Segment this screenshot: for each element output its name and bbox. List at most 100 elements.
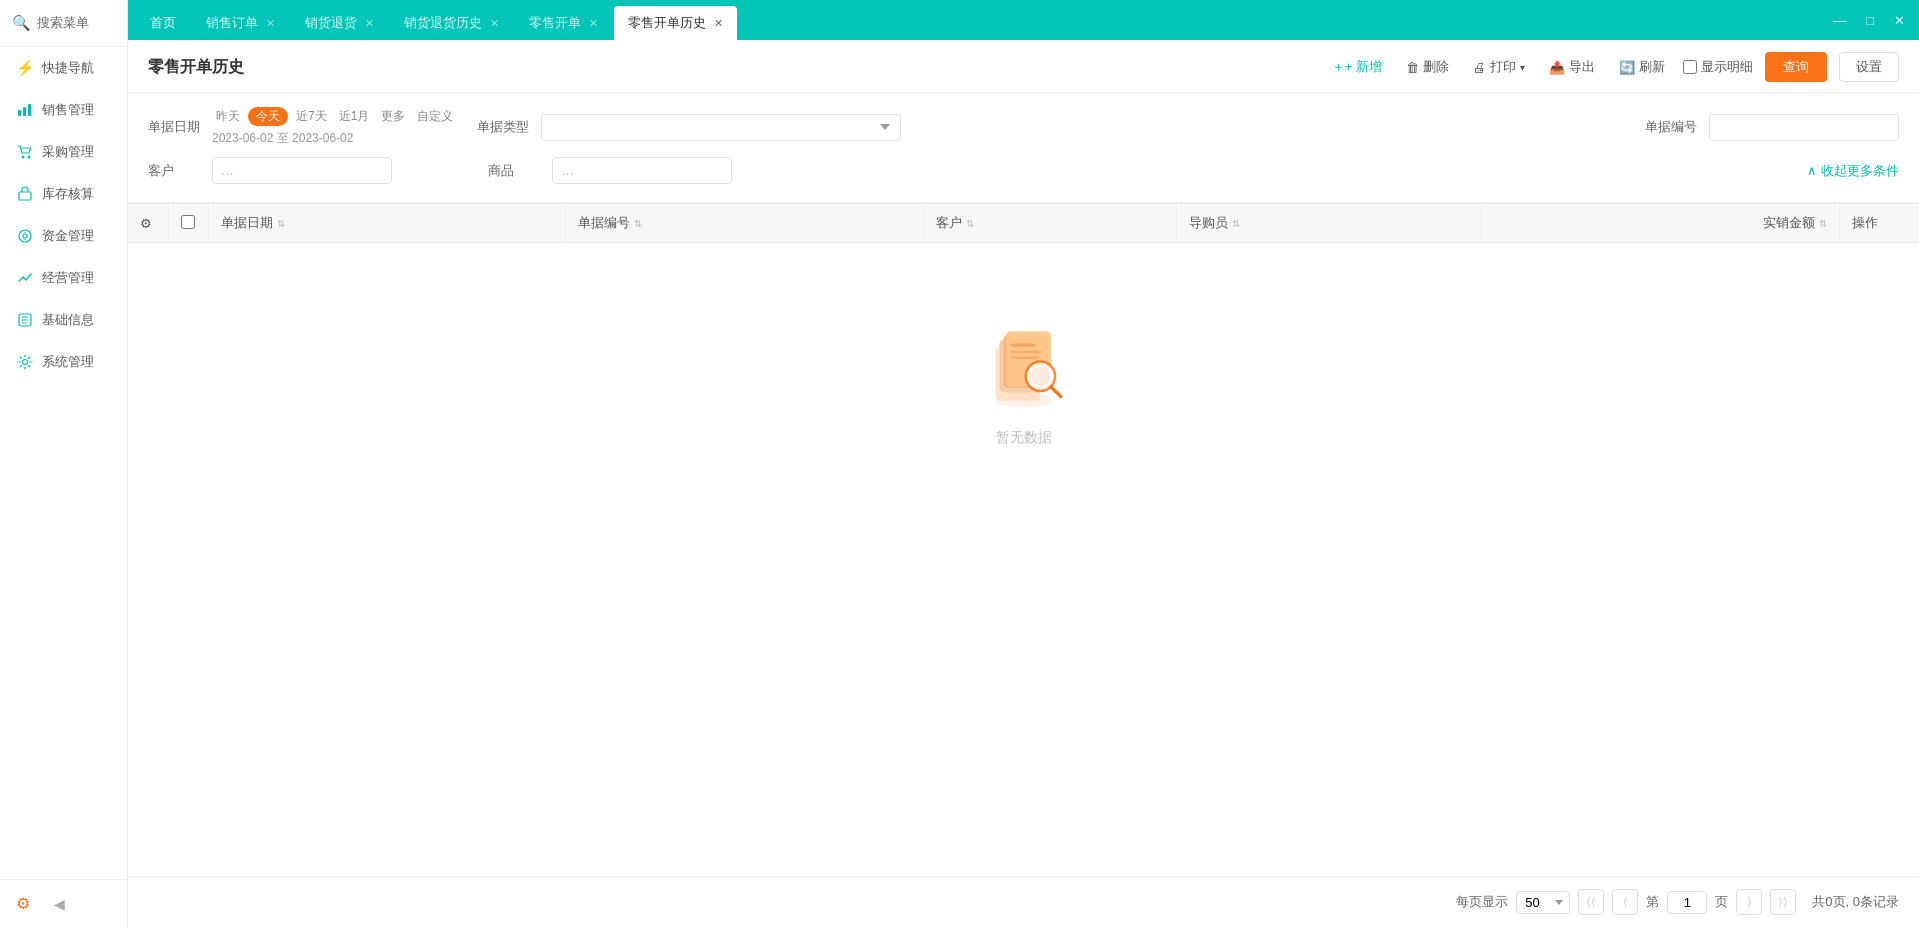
display-detail-checkbox[interactable] [1683, 60, 1697, 74]
tab-sales-return-history[interactable]: 销货退货历史 ✕ [390, 6, 513, 40]
quick-nav-icon: ⚡ [16, 59, 34, 77]
svg-rect-14 [1010, 343, 1035, 346]
svg-point-6 [19, 230, 31, 242]
sales-mgmt-icon [16, 101, 34, 119]
first-page-btn[interactable]: ⟨⟨ [1578, 889, 1604, 915]
th-doc-no[interactable]: 单据编号 ⇅ [566, 204, 924, 243]
tab-bar: 首页 销售订单 ✕ 销货退货 ✕ 销货退货历史 ✕ 零售开单 ✕ 零售开单历史 … [128, 0, 1919, 40]
th-guide[interactable]: 导购员 ⇅ [1176, 204, 1481, 243]
sidebar-item-finance[interactable]: 资金管理 [0, 215, 127, 257]
date-opt-more[interactable]: 更多 [377, 107, 409, 126]
toolbar: ＋ + 新增 🗑 删除 🖨 打印 ▾ 📤 导出 🔄 [1326, 52, 1899, 82]
print-button[interactable]: 🖨 打印 ▾ [1467, 54, 1531, 80]
date-opt-custom[interactable]: 自定义 [413, 107, 457, 126]
date-opt-last1month[interactable]: 近1月 [335, 107, 374, 126]
tab-close-sales-return[interactable]: ✕ [365, 17, 374, 30]
next-page-btn[interactable]: ⟩ [1736, 889, 1762, 915]
export-button[interactable]: 📤 导出 [1543, 54, 1601, 80]
query-button[interactable]: 查询 [1765, 52, 1827, 82]
tab-close-sales-return-history[interactable]: ✕ [490, 17, 499, 30]
table-area: ⚙ 单据日期 ⇅ 单据编号 [128, 203, 1919, 876]
customer-label: 客户 [148, 162, 204, 180]
tab-close-retail-open[interactable]: ✕ [589, 17, 598, 30]
total-info: 共0页, 0条记录 [1812, 893, 1899, 911]
close-btn[interactable]: ✕ [1888, 13, 1911, 28]
customer-placeholder: … [221, 163, 383, 178]
sort-icon-customer: ⇅ [966, 218, 974, 229]
sort-icon-actual-amount: ⇅ [1819, 218, 1827, 229]
display-detail-toggle[interactable]: 显示明细 [1683, 58, 1753, 76]
data-table: ⚙ 单据日期 ⇅ 单据编号 [128, 203, 1919, 243]
tab-close-sales-order[interactable]: ✕ [266, 17, 275, 30]
collapse-arrow-icon: ∧ [1807, 163, 1817, 178]
select-all-checkbox[interactable] [181, 215, 195, 229]
th-checkbox [168, 204, 208, 243]
page-number-input[interactable] [1667, 891, 1707, 914]
add-icon: ＋ [1332, 58, 1345, 76]
prev-page-btn[interactable]: ⟨ [1612, 889, 1638, 915]
tab-sales-order[interactable]: 销售订单 ✕ [192, 6, 289, 40]
product-placeholder: … [561, 163, 723, 178]
delete-button[interactable]: 🗑 删除 [1400, 54, 1455, 80]
tab-sales-return[interactable]: 销货退货 ✕ [291, 6, 388, 40]
customer-input-wrapper[interactable]: … [212, 157, 392, 184]
collapse-icon[interactable]: ◀ [54, 896, 65, 912]
svg-rect-5 [19, 192, 31, 200]
refresh-button[interactable]: 🔄 刷新 [1613, 54, 1671, 80]
filter-customer-field: 客户 … [148, 157, 428, 184]
date-opt-last7[interactable]: 近7天 [292, 107, 331, 126]
empty-state-text: 暂无数据 [996, 429, 1052, 447]
doc-type-select[interactable] [541, 114, 901, 141]
date-opt-yesterday[interactable]: 昨天 [212, 107, 244, 126]
tab-retail-open-history[interactable]: 零售开单历史 ✕ [614, 6, 737, 40]
empty-state: 暂无数据 [128, 243, 1919, 527]
svg-rect-1 [23, 107, 26, 116]
th-actual-amount[interactable]: 实销金额 ⇅ [1481, 204, 1839, 243]
th-settings[interactable]: ⚙ [128, 204, 168, 243]
th-doc-date[interactable]: 单据日期 ⇅ [208, 204, 566, 243]
filter-row-1: 单据日期 昨天 今天 近7天 近1月 更多 自定义 2023-06-02 至 2… [148, 107, 1899, 147]
date-range-display: 2023-06-02 至 2023-06-02 [212, 130, 457, 147]
product-input-wrapper[interactable]: … [552, 157, 732, 184]
print-icon: 🖨 [1473, 60, 1486, 75]
filter-collapse-area: ∧ 收起更多条件 [1807, 162, 1899, 180]
sidebar: 🔍 搜索菜单 ⚡ 快捷导航 销售管理 采购管理 库存核算 资金管理 经营管理 [0, 0, 128, 927]
sort-icon-doc-no: ⇅ [634, 218, 642, 229]
sidebar-item-label: 库存核算 [42, 185, 94, 203]
doc-no-input[interactable] [1709, 114, 1899, 141]
sidebar-item-basic-info[interactable]: 基础信息 [0, 299, 127, 341]
sidebar-search-label: 搜索菜单 [37, 14, 89, 32]
sort-icon-doc-date: ⇅ [277, 218, 285, 229]
th-customer[interactable]: 客户 ⇅ [923, 204, 1176, 243]
sidebar-item-quick-nav[interactable]: ⚡ 快捷导航 [0, 47, 127, 89]
sidebar-item-label: 基础信息 [42, 311, 94, 329]
system-icon [16, 353, 34, 371]
setting-button[interactable]: 设置 [1839, 52, 1899, 82]
tab-retail-open[interactable]: 零售开单 ✕ [515, 6, 612, 40]
tab-close-retail-open-history[interactable]: ✕ [714, 17, 723, 30]
sidebar-item-purchase-mgmt[interactable]: 采购管理 [0, 131, 127, 173]
minimize-btn[interactable]: — [1827, 13, 1852, 28]
page-size-select[interactable]: 10 20 50 100 [1516, 891, 1570, 914]
sidebar-item-system[interactable]: 系统管理 [0, 341, 127, 383]
add-button[interactable]: ＋ + 新增 [1326, 54, 1388, 80]
date-opt-today[interactable]: 今天 [248, 107, 288, 126]
sidebar-item-label: 采购管理 [42, 143, 94, 161]
main-area: 首页 销售订单 ✕ 销货退货 ✕ 销货退货历史 ✕ 零售开单 ✕ 零售开单历史 … [128, 0, 1919, 927]
filter-area: 单据日期 昨天 今天 近7天 近1月 更多 自定义 2023-06-02 至 2… [128, 93, 1919, 203]
sidebar-item-sales-mgmt[interactable]: 销售管理 [0, 89, 127, 131]
settings-gear-icon[interactable]: ⚙ [140, 216, 152, 231]
maximize-btn[interactable]: □ [1860, 13, 1880, 28]
sidebar-item-operations[interactable]: 经营管理 [0, 257, 127, 299]
svg-line-19 [1051, 387, 1061, 397]
sidebar-search-btn[interactable]: 🔍 搜索菜单 [0, 0, 127, 47]
svg-rect-15 [1010, 351, 1041, 353]
tab-home[interactable]: 首页 [136, 6, 190, 40]
collapse-more-btn[interactable]: ∧ 收起更多条件 [1807, 162, 1899, 180]
sidebar-item-inventory[interactable]: 库存核算 [0, 173, 127, 215]
sidebar-item-label: 经营管理 [42, 269, 94, 287]
settings-bottom-icon[interactable]: ⚙ [16, 894, 30, 913]
last-page-btn[interactable]: ⟩⟩ [1770, 889, 1796, 915]
svg-point-3 [22, 156, 25, 159]
search-icon: 🔍 [12, 14, 31, 32]
